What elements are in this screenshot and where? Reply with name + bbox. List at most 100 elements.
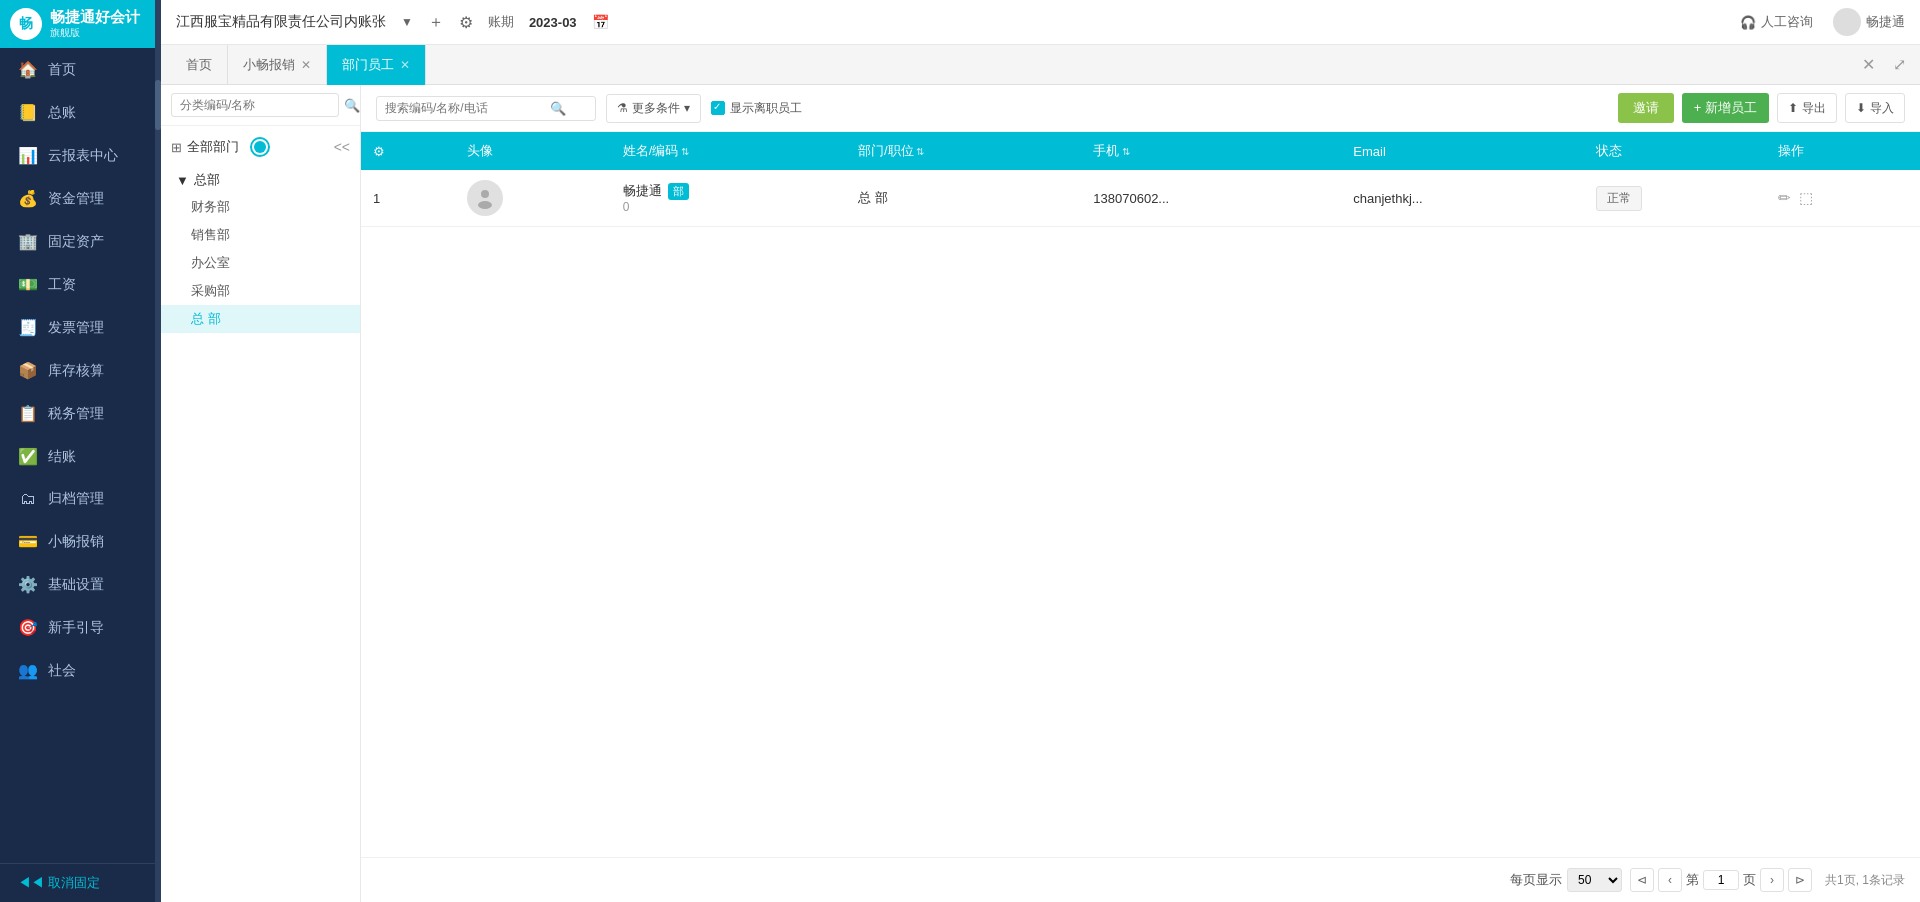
consult-button[interactable]: 🎧 人工咨询 (1740, 13, 1813, 31)
tab-employees-close[interactable]: ✕ (400, 58, 410, 72)
table-row: 1 畅捷通 (361, 170, 1920, 227)
dept-search-input[interactable] (171, 93, 339, 117)
more-employee-button[interactable]: ⬚ (1799, 189, 1813, 207)
app-logo[interactable]: 畅 畅捷通好会计 旗舰版 (0, 0, 155, 48)
import-icon: ⬇ (1856, 101, 1866, 115)
per-page-select[interactable]: 20 50 100 (1567, 868, 1622, 892)
salary-icon: 💵 (18, 275, 38, 294)
sidebar-item-xiaochang[interactable]: 💳 小畅报销 (0, 520, 155, 563)
header-right: 🎧 人工咨询 畅捷通 (1740, 8, 1905, 36)
dept-child-finance[interactable]: 财务部 (161, 193, 360, 221)
sidebar-item-ledger[interactable]: 📒 总账 (0, 91, 155, 134)
col-phone[interactable]: 手机 (1081, 132, 1341, 170)
col-name[interactable]: 姓名/编码 (611, 132, 846, 170)
user-menu-button[interactable]: 畅捷通 (1833, 8, 1905, 36)
prev-page-button[interactable]: ‹ (1658, 868, 1682, 892)
cancel-pin-button[interactable]: ◀◀ 取消固定 (0, 863, 155, 902)
home-icon: 🏠 (18, 60, 38, 79)
page-suffix: 页 (1743, 871, 1756, 889)
dept-edit-badge[interactable] (250, 137, 270, 157)
col-settings[interactable]: ⚙ (361, 132, 455, 170)
sidebar-item-archive[interactable]: 🗂 归档管理 (0, 478, 155, 520)
tab-xiaochang[interactable]: 小畅报销 ✕ (228, 45, 327, 85)
sidebar-item-label: 新手引导 (48, 619, 104, 637)
employee-name-block: 畅捷通 部 (623, 182, 834, 200)
inventory-icon: 📦 (18, 361, 38, 380)
logo-icon: 畅 (10, 8, 42, 40)
import-button[interactable]: ⬇ 导入 (1845, 93, 1905, 123)
sidebar-nav: 🏠 首页 📒 总账 📊 云报表中心 💰 资金管理 🏢 固定资产 💵 工资 🧾 发… (0, 48, 155, 863)
sidebar-item-invoice[interactable]: 🧾 发票管理 (0, 306, 155, 349)
sidebar-scrollbar[interactable] (155, 0, 161, 902)
dept-root-label: 总部 (194, 171, 220, 189)
sidebar-item-settings[interactable]: ⚙️ 基础设置 (0, 563, 155, 606)
sidebar-item-close[interactable]: ✅ 结账 (0, 435, 155, 478)
dept-child-purchase[interactable]: 采购部 (161, 277, 360, 305)
user-avatar (1833, 8, 1861, 36)
next-page-button[interactable]: › (1760, 868, 1784, 892)
sidebar-item-tax[interactable]: 📋 税务管理 (0, 392, 155, 435)
dept-child-office[interactable]: 办公室 (161, 249, 360, 277)
svg-point-1 (478, 201, 492, 209)
sidebar-item-salary[interactable]: 💵 工资 (0, 263, 155, 306)
dept-group-root[interactable]: ▼ 总部 (161, 167, 360, 193)
row-avatar-cell (455, 170, 611, 227)
dept-collapse-button[interactable]: << (334, 139, 350, 155)
tab-xiaochang-close[interactable]: ✕ (301, 58, 311, 72)
row-status-cell: 正常 (1584, 170, 1766, 227)
tab-home[interactable]: 首页 (171, 45, 228, 85)
expand-tab-button[interactable]: ⤢ (1889, 51, 1910, 78)
sidebar-item-inventory[interactable]: 📦 库存核算 (0, 349, 155, 392)
sidebar-item-assets[interactable]: 🏢 固定资产 (0, 220, 155, 263)
col-actions: 操作 (1766, 132, 1920, 170)
row-phone-cell: 138070602... (1081, 170, 1341, 227)
total-info: 共1页, 1条记录 (1825, 872, 1905, 889)
sidebar-item-reports[interactable]: 📊 云报表中心 (0, 134, 155, 177)
col-dept[interactable]: 部门/职位 (846, 132, 1081, 170)
sidebar-item-home[interactable]: 🏠 首页 (0, 48, 155, 91)
company-settings-button[interactable]: ⚙ (459, 13, 473, 32)
sidebar: 畅 畅捷通好会计 旗舰版 🏠 首页 📒 总账 📊 云报表中心 💰 资金管理 🏢 … (0, 0, 155, 902)
employee-search-input[interactable] (385, 101, 545, 115)
funds-icon: 💰 (18, 189, 38, 208)
company-name[interactable]: 江西服宝精品有限责任公司内账张 (176, 13, 386, 31)
filter-button[interactable]: ⚗ 更多条件 ▾ (606, 94, 701, 123)
xiaochang-icon: 💳 (18, 532, 38, 551)
close-tab-button[interactable]: ✕ (1858, 51, 1879, 78)
dept-all-label: 全部部门 (187, 138, 239, 156)
search-icon[interactable]: 🔍 (550, 101, 566, 116)
show-resigned-label: 显示离职员工 (730, 100, 802, 117)
show-resigned-toggle[interactable]: 显示离职员工 (711, 100, 802, 117)
app-name: 畅捷通好会计 (50, 8, 140, 26)
employee-avatar (467, 180, 503, 216)
dept-edit-inner (254, 141, 266, 153)
invite-button[interactable]: 邀请 (1618, 93, 1674, 123)
add-company-button[interactable]: ＋ (428, 12, 444, 33)
edit-employee-button[interactable]: ✏ (1778, 189, 1791, 207)
employee-code: 0 (623, 200, 834, 214)
employee-table: ⚙ 头像 姓名/编码 部门/职位 手机 Email 状态 操作 1 (361, 132, 1920, 227)
sidebar-item-label: 基础设置 (48, 576, 104, 594)
dept-all-button[interactable]: ⊞ 全部部门 << (161, 131, 360, 163)
top-header: 江西服宝精品有限责任公司内账张 ▼ ＋ ⚙ 账期 2023-03 📅 🎧 人工咨… (161, 0, 1920, 45)
dept-child-sales[interactable]: 销售部 (161, 221, 360, 249)
calendar-icon[interactable]: 📅 (592, 14, 609, 30)
sidebar-item-social[interactable]: 👥 社会 (0, 649, 155, 692)
period-value[interactable]: 2023-03 (529, 15, 577, 30)
sidebar-item-label: 小畅报销 (48, 533, 104, 551)
dept-search-icon[interactable]: 🔍 (344, 98, 360, 113)
tab-home-label: 首页 (186, 56, 212, 74)
tab-employees[interactable]: 部门员工 ✕ (327, 45, 426, 85)
show-resigned-checkbox[interactable] (711, 101, 725, 115)
first-page-button[interactable]: ⊲ (1630, 868, 1654, 892)
dept-grid-icon: ⊞ (171, 140, 182, 155)
row-dept-cell: 总 部 (846, 170, 1081, 227)
export-button[interactable]: ⬆ 导出 (1777, 93, 1837, 123)
page-number-input[interactable] (1703, 870, 1739, 890)
last-page-button[interactable]: ⊳ (1788, 868, 1812, 892)
company-dropdown-icon[interactable]: ▼ (401, 15, 413, 29)
sidebar-item-guide[interactable]: 🎯 新手引导 (0, 606, 155, 649)
sidebar-item-funds[interactable]: 💰 资金管理 (0, 177, 155, 220)
dept-child-general[interactable]: 总 部 (161, 305, 360, 333)
add-employee-button[interactable]: + 新增员工 (1682, 93, 1769, 123)
